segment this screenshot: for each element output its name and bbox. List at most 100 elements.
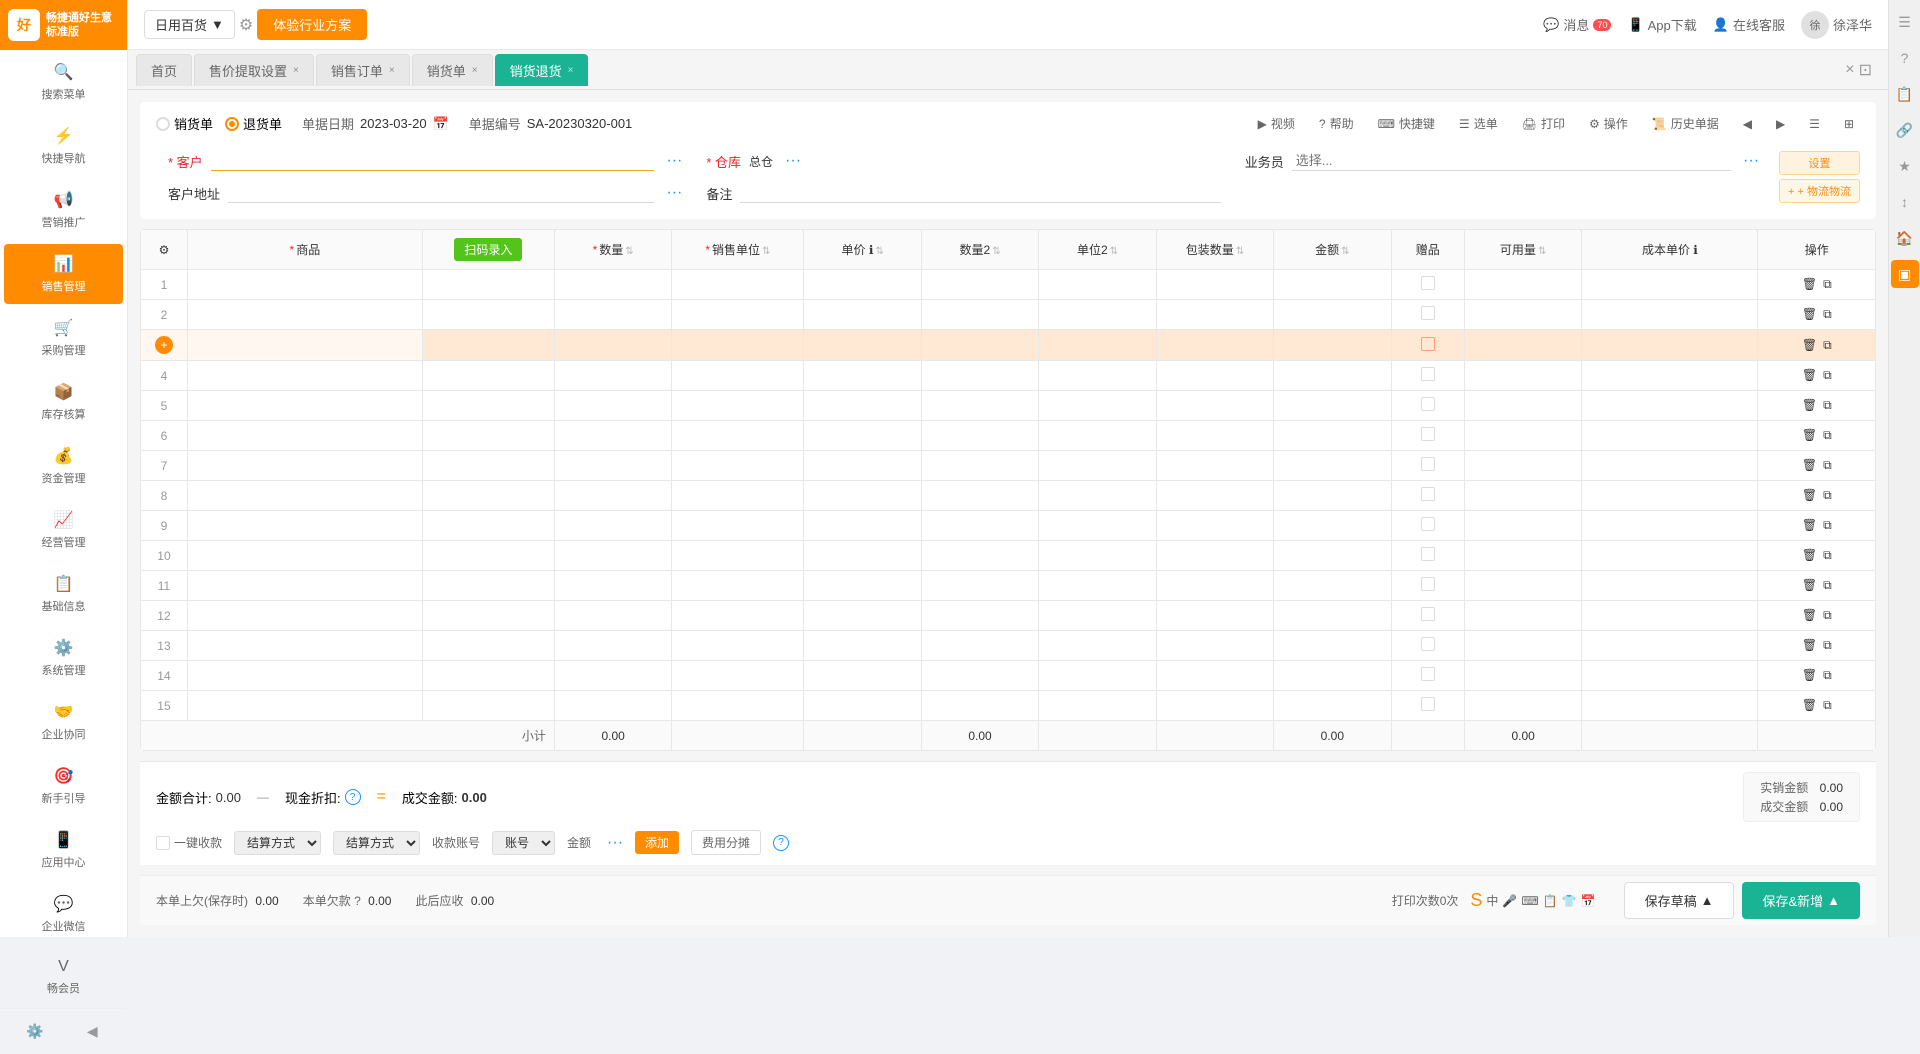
sidebar-item-apps[interactable]: 📱 应用中心 [4, 820, 123, 880]
sidebar-item-system[interactable]: ⚙️ 系统管理 [4, 628, 123, 688]
gift-checkbox[interactable] [1421, 397, 1435, 411]
note-input[interactable] [740, 183, 1220, 203]
row-delete-icon[interactable]: 🗑 [1802, 608, 1817, 623]
sidebar-item-member[interactable]: V 畅会员 [4, 948, 123, 1006]
staff-lookup-btn[interactable]: ··· [1743, 152, 1759, 170]
row-delete-icon[interactable]: 🗑 [1802, 338, 1817, 353]
add-payment-btn[interactable]: 添加 [635, 831, 679, 854]
right-panel-icon7[interactable]: 🏠 [1891, 224, 1919, 252]
tab-close-sales-order[interactable]: × [389, 65, 395, 76]
notification-btn[interactable]: 💬 消息 70 [1543, 15, 1611, 34]
app-download-btn[interactable]: 📱 App下载 [1627, 15, 1696, 34]
row-delete-icon[interactable]: 🗑 [1802, 548, 1817, 563]
save-new-btn[interactable]: 保存&新增 ▲ [1742, 882, 1860, 919]
row-delete-icon[interactable]: 🗑 [1802, 518, 1817, 533]
gift-checkbox[interactable] [1421, 487, 1435, 501]
scan-btn[interactable]: 扫码录入 [454, 238, 522, 261]
row-delete-icon[interactable]: 🗑 [1802, 698, 1817, 713]
row-copy-icon[interactable]: ⧉ [1823, 608, 1832, 623]
tab-sales-return[interactable]: 销货退货 × [495, 54, 589, 86]
sidebar-item-newbie[interactable]: 🎯 新手引导 [4, 756, 123, 816]
row-copy-icon[interactable]: ⧉ [1823, 398, 1832, 413]
sidebar-item-purchase[interactable]: 🛒 采购管理 [4, 308, 123, 368]
fee-split-btn[interactable]: 费用分摊 [691, 830, 761, 855]
row-copy-icon[interactable]: ⧉ [1823, 698, 1832, 713]
action-print-btn[interactable]: 🖨 打印 [1516, 112, 1571, 135]
gift-checkbox[interactable] [1421, 427, 1435, 441]
sidebar-item-finance[interactable]: 💰 资金管理 [4, 436, 123, 496]
tab-close-all-btn[interactable]: × ⊡ [1837, 60, 1880, 80]
sidebar-item-wechat[interactable]: 💬 企业微信 [4, 884, 123, 944]
gift-checkbox[interactable] [1421, 517, 1435, 531]
gift-checkbox[interactable] [1421, 367, 1435, 381]
row-delete-icon[interactable]: 🗑 [1802, 307, 1817, 322]
sidebar-item-sales[interactable]: 📊 销售管理 [4, 244, 123, 304]
sidebar-item-marketing[interactable]: 📢 营销推广 [4, 180, 123, 240]
save-draft-btn[interactable]: 保存草稿 ▲ [1624, 882, 1735, 919]
tab-close-sales-return[interactable]: × [568, 65, 574, 76]
radio-sale[interactable]: 销货单 [156, 114, 213, 133]
row-copy-icon[interactable]: ⧉ [1823, 277, 1832, 292]
right-panel-icon8[interactable]: ▣ [1891, 260, 1919, 288]
sidebar-item-shortcut[interactable]: ⚡ 快捷导航 [4, 116, 123, 176]
row-copy-icon[interactable]: ⧉ [1823, 578, 1832, 593]
help-circle-icon[interactable]: ? [354, 894, 361, 908]
tab-home[interactable]: 首页 [136, 54, 192, 86]
row-copy-icon[interactable]: ⧉ [1823, 518, 1832, 533]
action-video-btn[interactable]: ▶ 视频 [1252, 112, 1301, 135]
row-copy-icon[interactable]: ⧉ [1823, 638, 1832, 653]
trial-btn[interactable]: 体验行业方案 [257, 9, 367, 40]
tab-close-sales-slip[interactable]: × [472, 65, 478, 76]
tab-price-settings[interactable]: 售价提取设置 × [194, 54, 314, 86]
gift-checkbox[interactable] [1421, 457, 1435, 471]
action-history-btn[interactable]: 📜 历史单据 [1646, 112, 1725, 135]
gift-checkbox[interactable] [1421, 577, 1435, 591]
sidebar-collapse-btn[interactable]: ◀ [66, 1017, 120, 1046]
action-select-btn[interactable]: ☰ 选单 [1453, 112, 1504, 135]
row-delete-icon[interactable]: 🗑 [1802, 578, 1817, 593]
gift-checkbox[interactable] [1421, 547, 1435, 561]
action-shortcut-btn[interactable]: ⌨ 快捷键 [1372, 112, 1441, 135]
gift-checkbox[interactable] [1421, 607, 1435, 621]
address-lookup-btn[interactable]: ··· [666, 184, 682, 202]
row-delete-icon[interactable]: 🗑 [1802, 368, 1817, 383]
row-copy-icon[interactable]: ⧉ [1823, 368, 1832, 383]
one-click-pay-checkbox[interactable]: 一键收款 [156, 834, 222, 851]
row-copy-icon[interactable]: ⧉ [1823, 668, 1832, 683]
table-gear-icon[interactable]: ⚙ [159, 243, 170, 257]
right-panel-icon1[interactable]: ☰ [1891, 8, 1919, 36]
sidebar-item-search[interactable]: 🔍 搜索菜单 [4, 52, 123, 112]
sidebar-item-basic[interactable]: 📋 基础信息 [4, 564, 123, 624]
grid-view-btn[interactable]: ⊞ [1838, 114, 1860, 134]
warehouse-lookup-btn[interactable]: ··· [785, 152, 801, 170]
sidebar-item-operation[interactable]: 📈 经营管理 [4, 500, 123, 560]
right-panel-icon2[interactable]: ? [1891, 44, 1919, 72]
right-panel-icon5[interactable]: ★ [1891, 152, 1919, 180]
row-delete-icon[interactable]: 🗑 [1802, 638, 1817, 653]
radio-return[interactable]: 退货单 [225, 114, 282, 133]
settlement-select[interactable]: 结算方式 [234, 831, 321, 855]
list-view-btn[interactable]: ☰ [1803, 114, 1826, 134]
product-input-row3[interactable] [194, 338, 416, 352]
customer-lookup-btn[interactable]: ··· [666, 152, 682, 170]
gift-checkbox[interactable] [1421, 667, 1435, 681]
row-copy-icon[interactable]: ⧉ [1823, 307, 1832, 322]
gift-checkbox[interactable] [1421, 337, 1435, 351]
logistics-btn[interactable]: + + 物流物流 [1779, 179, 1860, 203]
sidebar-settings-btn[interactable]: ⚙️ [8, 1017, 62, 1046]
account-select[interactable]: 账号 [492, 831, 555, 855]
row-delete-icon[interactable]: 🗑 [1802, 668, 1817, 683]
right-panel-icon6[interactable]: ↕ [1891, 188, 1919, 216]
row-copy-icon[interactable]: ⧉ [1823, 428, 1832, 443]
amount-lookup-btn[interactable]: ··· [607, 834, 623, 852]
gift-checkbox[interactable] [1421, 697, 1435, 711]
user-avatar[interactable]: 徐 徐泽华 [1801, 11, 1872, 39]
gift-checkbox[interactable] [1421, 306, 1435, 320]
calc-method-select[interactable]: 结算方式 [333, 831, 420, 855]
gift-checkbox[interactable] [1421, 637, 1435, 651]
sidebar-item-enterprise[interactable]: 🤝 企业协同 [4, 692, 123, 752]
staff-input[interactable] [1292, 151, 1731, 171]
row-delete-icon[interactable]: 🗑 [1802, 277, 1817, 292]
nav-next-btn[interactable]: ▶ [1770, 114, 1791, 134]
row-copy-icon[interactable]: ⧉ [1823, 458, 1832, 473]
